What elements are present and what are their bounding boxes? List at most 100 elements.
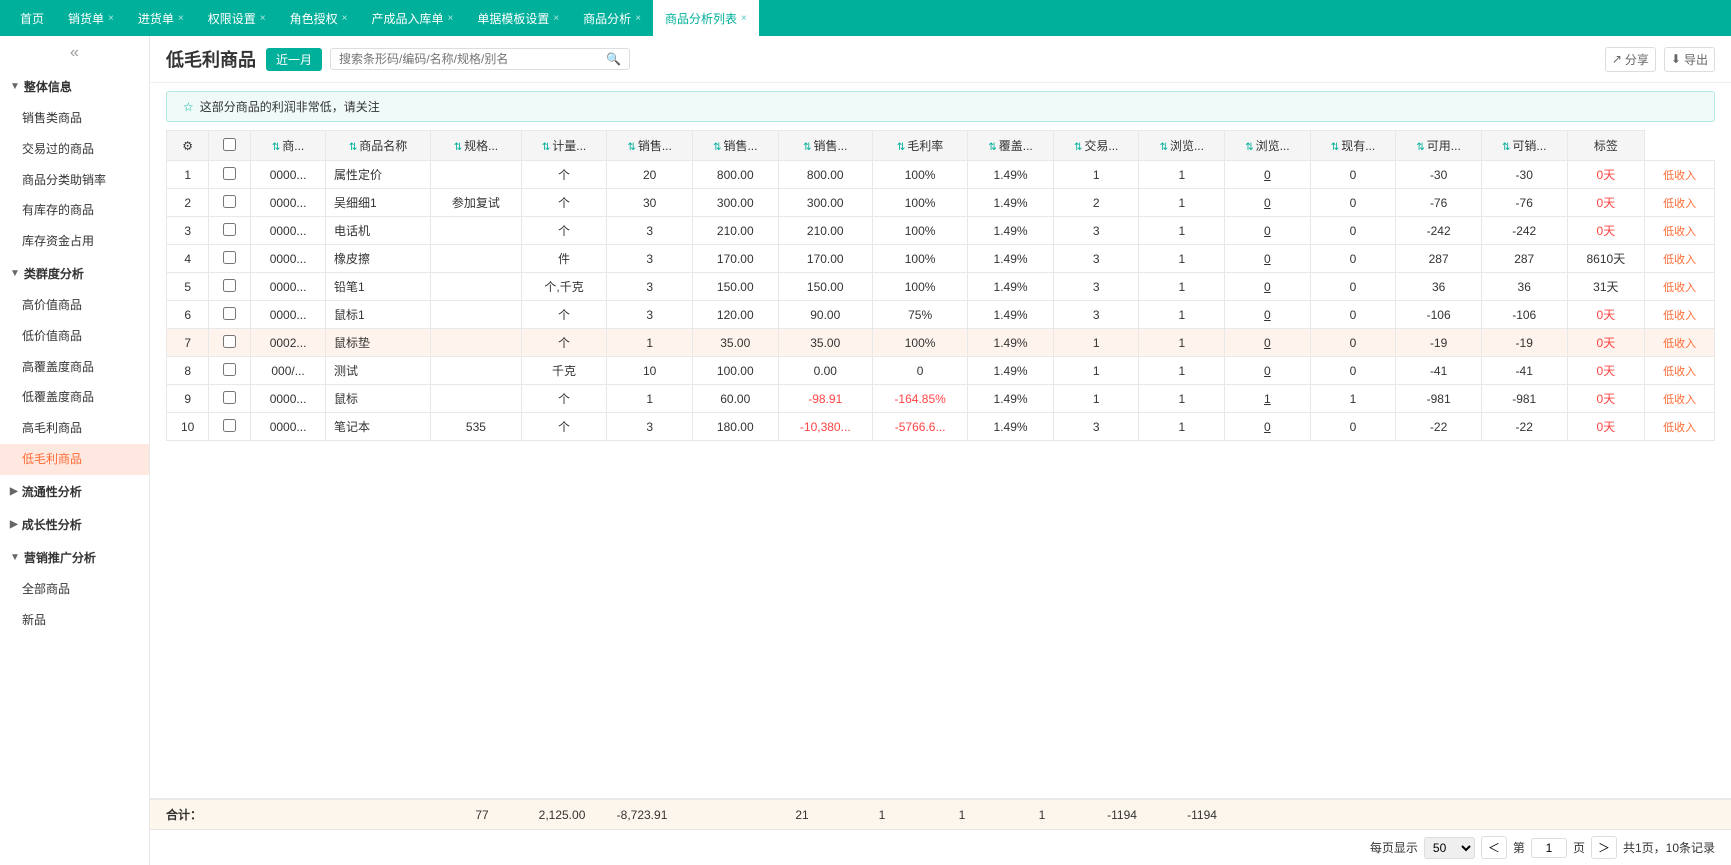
search-icon[interactable]: 🔍 [606, 52, 621, 66]
close-icon[interactable]: × [342, 13, 348, 24]
nav-product-analysis[interactable]: 商品分析 × [571, 0, 653, 36]
col-view1[interactable]: ⇅浏览... [1139, 131, 1225, 161]
sidebar-item-stock-capital[interactable]: 库存资金占用 [0, 226, 149, 257]
row-checkbox[interactable] [209, 385, 251, 413]
row-view1[interactable]: 0 [1225, 413, 1311, 441]
nav-permission[interactable]: 权限设置 × [196, 0, 278, 36]
row-select[interactable] [223, 307, 236, 320]
sidebar-item-all-goods[interactable]: 全部商品 [0, 574, 149, 605]
nav-template-settings[interactable]: 单据模板设置 × [465, 0, 571, 36]
row-view1[interactable]: 0 [1225, 161, 1311, 189]
row-select[interactable] [223, 223, 236, 236]
sidebar-item-high-value[interactable]: 高价值商品 [0, 290, 149, 321]
search-input[interactable] [339, 52, 602, 66]
nav-sales-order[interactable]: 销货单 × [56, 0, 126, 36]
nav-product-analysis-list[interactable]: 商品分析列表 × [653, 0, 759, 36]
row-view1[interactable]: 0 [1225, 273, 1311, 301]
next-page-button[interactable]: ＞ [1591, 836, 1617, 859]
close-icon[interactable]: × [741, 13, 747, 24]
col-view2[interactable]: ⇅浏览... [1225, 131, 1311, 161]
row-name[interactable]: 属性定价 [325, 161, 430, 189]
sidebar-item-in-stock[interactable]: 有库存的商品 [0, 195, 149, 226]
sidebar-item-low-coverage[interactable]: 低覆盖度商品 [0, 382, 149, 413]
nav-purchase-order[interactable]: 进货单 × [126, 0, 196, 36]
col-settings[interactable]: ⚙ [167, 131, 209, 161]
close-icon[interactable]: × [553, 13, 559, 24]
nav-role-auth[interactable]: 角色授权 × [278, 0, 360, 36]
sidebar-group-marketing[interactable]: ▼ 营销推广分析 [0, 541, 149, 574]
close-icon[interactable]: × [178, 13, 184, 24]
row-view1[interactable]: 0 [1225, 357, 1311, 385]
per-page-select[interactable]: 50 100 [1424, 837, 1475, 859]
row-checkbox[interactable] [209, 161, 251, 189]
row-view1[interactable]: 0 [1225, 189, 1311, 217]
nav-product-stock[interactable]: 产成品入库单 × [359, 0, 465, 36]
row-name[interactable]: 吴细细1 [325, 189, 430, 217]
close-icon[interactable]: × [260, 13, 266, 24]
row-checkbox[interactable] [209, 329, 251, 357]
close-icon[interactable]: × [447, 13, 453, 24]
col-unit[interactable]: ⇅计量... [521, 131, 607, 161]
sidebar-group-overall[interactable]: ▼ 整体信息 [0, 70, 149, 103]
sidebar-item-low-value[interactable]: 低价值商品 [0, 321, 149, 352]
col-qty[interactable]: ⇅销售... [607, 131, 693, 161]
row-checkbox[interactable] [209, 245, 251, 273]
sidebar-item-new-goods[interactable]: 新品 [0, 605, 149, 636]
col-avail[interactable]: ⇅可用... [1396, 131, 1482, 161]
row-checkbox[interactable] [209, 413, 251, 441]
row-select[interactable] [223, 167, 236, 180]
row-select[interactable] [223, 391, 236, 404]
settings-icon[interactable]: ⚙ [182, 139, 193, 153]
row-select[interactable] [223, 419, 236, 432]
close-icon[interactable]: × [635, 13, 641, 24]
col-stock[interactable]: ⇅现有... [1310, 131, 1396, 161]
sidebar-item-low-gross[interactable]: 低毛利商品 [0, 444, 149, 475]
row-view1[interactable]: 0 [1225, 329, 1311, 357]
row-checkbox[interactable] [209, 189, 251, 217]
row-checkbox[interactable] [209, 217, 251, 245]
col-checkbox[interactable] [209, 131, 251, 161]
sidebar-group-growth[interactable]: ▶ 成长性分析 [0, 508, 149, 541]
row-select[interactable] [223, 195, 236, 208]
date-filter-button[interactable]: 近一月 [266, 48, 322, 71]
row-view1[interactable]: 0 [1225, 217, 1311, 245]
row-name[interactable]: 测试 [325, 357, 430, 385]
row-view1[interactable]: 0 [1225, 301, 1311, 329]
row-name[interactable]: 笔记本 [325, 413, 430, 441]
col-spec[interactable]: ⇅规格... [431, 131, 522, 161]
row-name[interactable]: 鼠标 [325, 385, 430, 413]
col-sellable[interactable]: ⇅可销... [1481, 131, 1567, 161]
export-button[interactable]: ⬇ 导出 [1664, 47, 1715, 72]
select-all-checkbox[interactable] [223, 138, 236, 151]
row-name[interactable]: 铅笔1 [325, 273, 430, 301]
sidebar-group-circulation[interactable]: ▶ 流通性分析 [0, 475, 149, 508]
row-select[interactable] [223, 251, 236, 264]
page-number-input[interactable] [1531, 838, 1567, 858]
row-view1[interactable]: 0 [1225, 245, 1311, 273]
sidebar-item-traded-goods[interactable]: 交易过的商品 [0, 134, 149, 165]
sidebar-collapse-btn[interactable]: « [0, 36, 149, 70]
col-code[interactable]: ⇅商... [251, 131, 326, 161]
col-trade[interactable]: ⇅交易... [1053, 131, 1139, 161]
row-name[interactable]: 鼠标1 [325, 301, 430, 329]
row-name[interactable]: 橡皮擦 [325, 245, 430, 273]
row-checkbox[interactable] [209, 273, 251, 301]
row-select[interactable] [223, 279, 236, 292]
row-select[interactable] [223, 335, 236, 348]
sidebar-group-cluster[interactable]: ▼ 类群度分析 [0, 257, 149, 290]
row-checkbox[interactable] [209, 357, 251, 385]
nav-home[interactable]: 首页 [8, 0, 56, 36]
sidebar-item-category-rate[interactable]: 商品分类助销率 [0, 165, 149, 196]
row-name[interactable]: 电话机 [325, 217, 430, 245]
col-coverage[interactable]: ⇅覆盖... [968, 131, 1054, 161]
col-gross-rate[interactable]: ⇅毛利率 [872, 131, 967, 161]
row-select[interactable] [223, 363, 236, 376]
col-name[interactable]: ⇅商品名称 [325, 131, 430, 161]
sidebar-item-sales-goods[interactable]: 销售类商品 [0, 103, 149, 134]
row-checkbox[interactable] [209, 301, 251, 329]
close-icon[interactable]: × [108, 13, 114, 24]
col-price[interactable]: ⇅销售... [692, 131, 778, 161]
row-view1[interactable]: 1 [1225, 385, 1311, 413]
prev-page-button[interactable]: ＜ [1481, 836, 1507, 859]
col-sales[interactable]: ⇅销售... [778, 131, 872, 161]
